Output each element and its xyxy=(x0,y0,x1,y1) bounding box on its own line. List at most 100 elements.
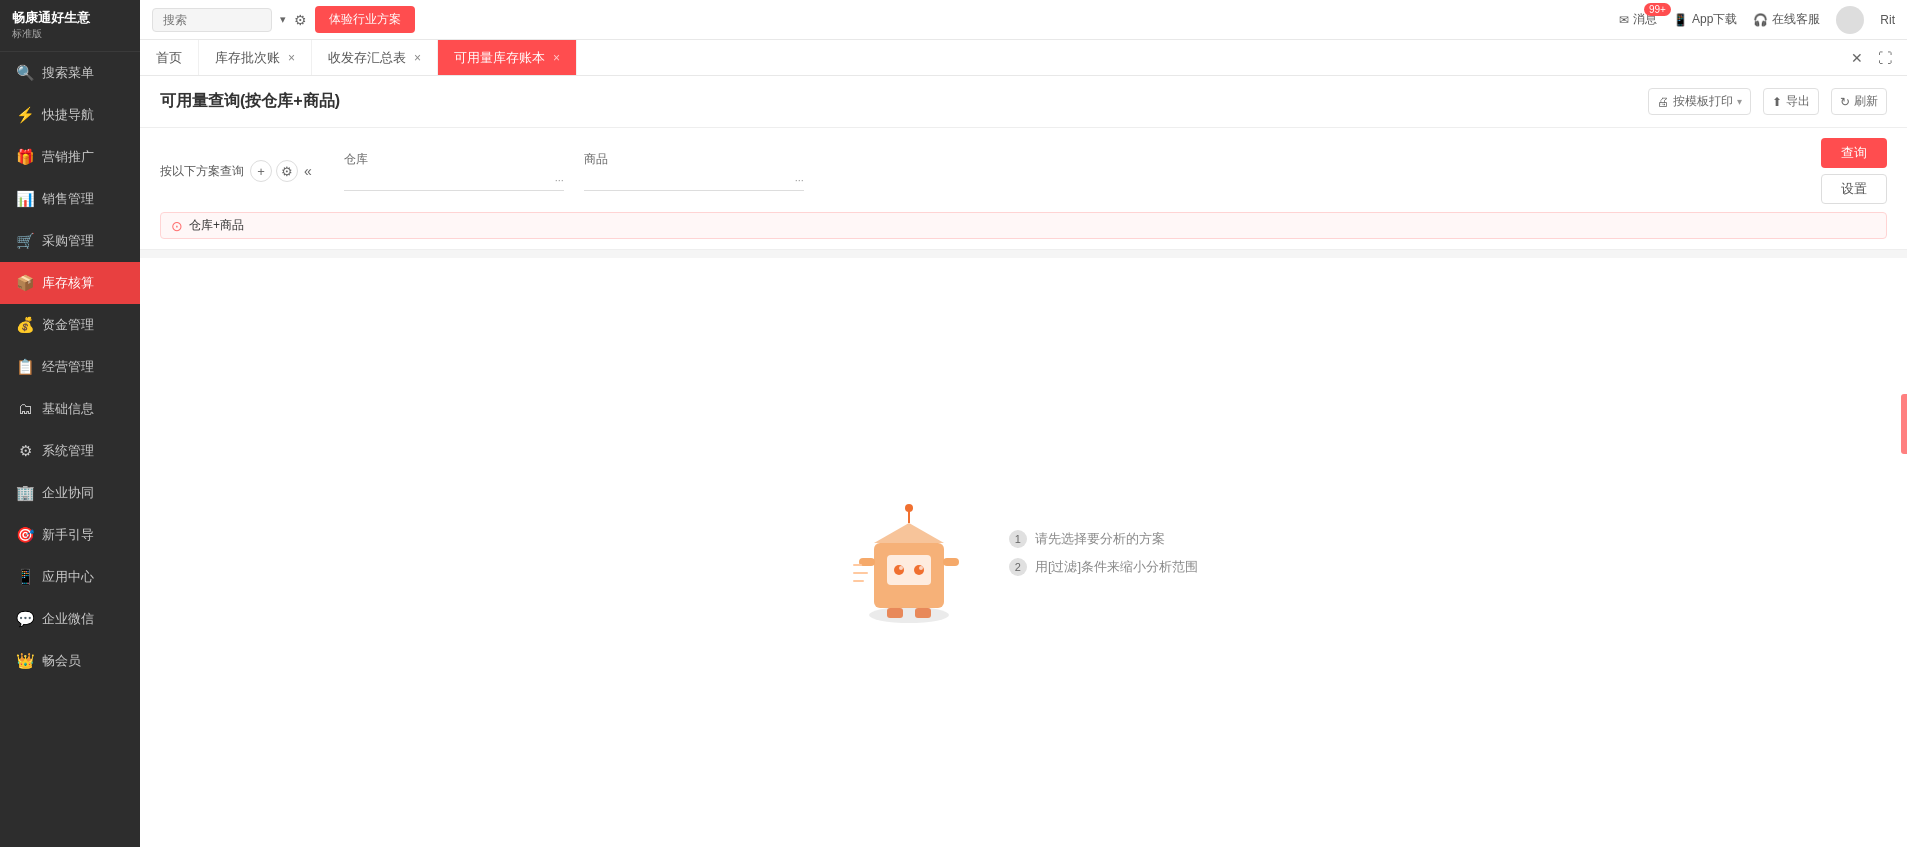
avatar xyxy=(1836,6,1864,34)
sidebar-icon-member: 👑 xyxy=(16,652,34,670)
service-button[interactable]: 🎧 在线客服 xyxy=(1753,11,1820,28)
filter-row: 按以下方案查询 + ⚙ « 仓库 ··· xyxy=(160,138,1887,204)
product-more-button[interactable]: ··· xyxy=(795,174,804,186)
query-button[interactable]: 查询 xyxy=(1821,138,1887,168)
expand-tab-button[interactable]: ⛶ xyxy=(1873,46,1897,70)
sidebar-label-appstore: 应用中心 xyxy=(42,568,94,586)
sidebar-item-operation[interactable]: 📋 经营管理 xyxy=(0,346,140,388)
svg-point-5 xyxy=(914,565,924,575)
filter-fields: 仓库 ··· 商品 ··· xyxy=(344,151,1809,191)
sidebar-label-wechat: 企业微信 xyxy=(42,610,94,628)
svg-point-6 xyxy=(899,566,903,570)
step-2-text: 用[过滤]条件来缩小分析范围 xyxy=(1035,558,1198,576)
product-input-wrapper: ··· xyxy=(584,170,804,191)
tab-summary-label: 收发存汇总表 xyxy=(328,49,406,67)
sidebar-icon-operation: 📋 xyxy=(16,358,34,376)
sidebar-item-newuser[interactable]: 🎯 新手引导 xyxy=(0,514,140,556)
sidebar-icon-search: 🔍 xyxy=(16,64,34,82)
scheme-item-icon: ⊙ xyxy=(171,218,183,234)
service-icon: 🎧 xyxy=(1753,13,1768,27)
sidebar-icon-system: ⚙ xyxy=(16,442,34,460)
refresh-button[interactable]: ↻ 刷新 xyxy=(1831,88,1887,115)
message-button[interactable]: ✉ 消息 99+ xyxy=(1619,11,1657,28)
tabbar: 首页 库存批次账 × 收发存汇总表 × 可用量库存账本 × ✕ ⛶ xyxy=(140,40,1907,76)
warehouse-input-wrapper: ··· xyxy=(344,170,564,191)
sidebar-item-enterprise[interactable]: 🏢 企业协同 xyxy=(0,472,140,514)
sidebar-label-marketing: 营销推广 xyxy=(42,148,94,166)
search-input[interactable] xyxy=(152,8,272,32)
svg-rect-9 xyxy=(915,608,931,618)
sidebar-icon-newuser: 🎯 xyxy=(16,526,34,544)
sidebar-item-sales[interactable]: 📊 销售管理 xyxy=(0,178,140,220)
sidebar-label-inventory: 库存核算 xyxy=(42,274,94,292)
sidebar-item-search[interactable]: 🔍 搜索菜单 xyxy=(0,52,140,94)
page-title: 可用量查询(按仓库+商品) xyxy=(160,91,340,112)
empty-state: 1 请先选择要分析的方案 2 用[过滤]条件来缩小分析范围 xyxy=(140,258,1907,847)
sidebar-icon-appstore: 📱 xyxy=(16,568,34,586)
tab-summary[interactable]: 收发存汇总表 × xyxy=(312,40,438,75)
close-tab-button[interactable]: ✕ xyxy=(1845,46,1869,70)
refresh-label: 刷新 xyxy=(1854,93,1878,110)
sidebar-item-marketing[interactable]: 🎁 营销推广 xyxy=(0,136,140,178)
step-2-number: 2 xyxy=(1009,558,1027,576)
tab-batch[interactable]: 库存批次账 × xyxy=(199,40,312,75)
sidebar-item-shortcut[interactable]: ⚡ 快捷导航 xyxy=(0,94,140,136)
product-field: 商品 ··· xyxy=(584,151,804,191)
sidebar-item-appstore[interactable]: 📱 应用中心 xyxy=(0,556,140,598)
topbar: ▾ ⚙ 体验行业方案 ✉ 消息 99+ 📱 App下载 🎧 在线客服 Rit xyxy=(140,0,1907,40)
right-scroll-indicator[interactable] xyxy=(1901,394,1907,454)
product-label: 商品 xyxy=(584,151,804,168)
sidebar-label-system: 系统管理 xyxy=(42,442,94,460)
sidebar-label-shortcut: 快捷导航 xyxy=(42,106,94,124)
tab-home-label: 首页 xyxy=(156,49,182,67)
sidebar-label-search: 搜索菜单 xyxy=(42,64,94,82)
sidebar-item-finance[interactable]: 💰 资金管理 xyxy=(0,304,140,346)
sidebar-icon-basic: 🗂 xyxy=(16,400,34,417)
refresh-icon: ↻ xyxy=(1840,95,1850,109)
tab-summary-close[interactable]: × xyxy=(414,51,421,65)
tab-available[interactable]: 可用量库存账本 × xyxy=(438,40,577,75)
collapse-filter-icon[interactable]: « xyxy=(304,163,312,179)
trial-button[interactable]: 体验行业方案 xyxy=(315,6,415,33)
sidebar-label-purchase: 采购管理 xyxy=(42,232,94,250)
export-button[interactable]: ⬆ 导出 xyxy=(1763,88,1819,115)
product-input[interactable] xyxy=(584,173,789,187)
empty-step-2: 2 用[过滤]条件来缩小分析范围 xyxy=(1009,558,1198,576)
message-icon: ✉ xyxy=(1619,13,1629,27)
svg-marker-2 xyxy=(874,523,944,543)
tab-home[interactable]: 首页 xyxy=(140,40,199,75)
sidebar-icon-wechat: 💬 xyxy=(16,610,34,628)
sidebar-item-inventory[interactable]: 📦 库存核算 xyxy=(0,262,140,304)
warehouse-input[interactable] xyxy=(344,173,549,187)
column-settings-button[interactable]: 设置 xyxy=(1821,174,1887,204)
filter-scheme-actions: + ⚙ xyxy=(250,160,298,182)
warehouse-more-button[interactable]: ··· xyxy=(555,174,564,186)
sidebar-item-member[interactable]: 👑 畅会员 xyxy=(0,640,140,682)
empty-illustration xyxy=(849,493,969,613)
username[interactable]: Rit xyxy=(1880,13,1895,27)
svg-point-7 xyxy=(919,566,923,570)
settings-icon[interactable]: ⚙ xyxy=(294,12,307,28)
search-dropdown-icon[interactable]: ▾ xyxy=(280,13,286,26)
add-scheme-button[interactable]: + xyxy=(250,160,272,182)
warehouse-label: 仓库 xyxy=(344,151,564,168)
sidebar-item-system[interactable]: ⚙ 系统管理 xyxy=(0,430,140,472)
filter-actions: 查询 设置 xyxy=(1821,138,1887,204)
sidebar-item-basic[interactable]: 🗂 基础信息 xyxy=(0,388,140,430)
tab-batch-close[interactable]: × xyxy=(288,51,295,65)
scheme-item-warehouse-product[interactable]: ⊙ 仓库+商品 xyxy=(160,212,1887,239)
app-download-button[interactable]: 📱 App下载 xyxy=(1673,11,1737,28)
print-button[interactable]: 🖨 按模板打印 ▾ xyxy=(1648,88,1751,115)
header-actions: 🖨 按模板打印 ▾ ⬆ 导出 ↻ 刷新 xyxy=(1648,88,1887,115)
sidebar-item-wechat[interactable]: 💬 企业微信 xyxy=(0,598,140,640)
step-1-text: 请先选择要分析的方案 xyxy=(1035,530,1165,548)
filter-scheme: 按以下方案查询 + ⚙ « xyxy=(160,160,312,182)
sidebar-item-purchase[interactable]: 🛒 采购管理 xyxy=(0,220,140,262)
sidebar-label-sales: 销售管理 xyxy=(42,190,94,208)
print-dropdown-icon[interactable]: ▾ xyxy=(1737,96,1742,107)
configure-scheme-button[interactable]: ⚙ xyxy=(276,160,298,182)
tab-available-close[interactable]: × xyxy=(553,51,560,65)
svg-point-0 xyxy=(869,607,949,623)
sidebar-icon-sales: 📊 xyxy=(16,190,34,208)
sidebar-logo: 畅康通好生意 标准版 xyxy=(0,0,140,52)
